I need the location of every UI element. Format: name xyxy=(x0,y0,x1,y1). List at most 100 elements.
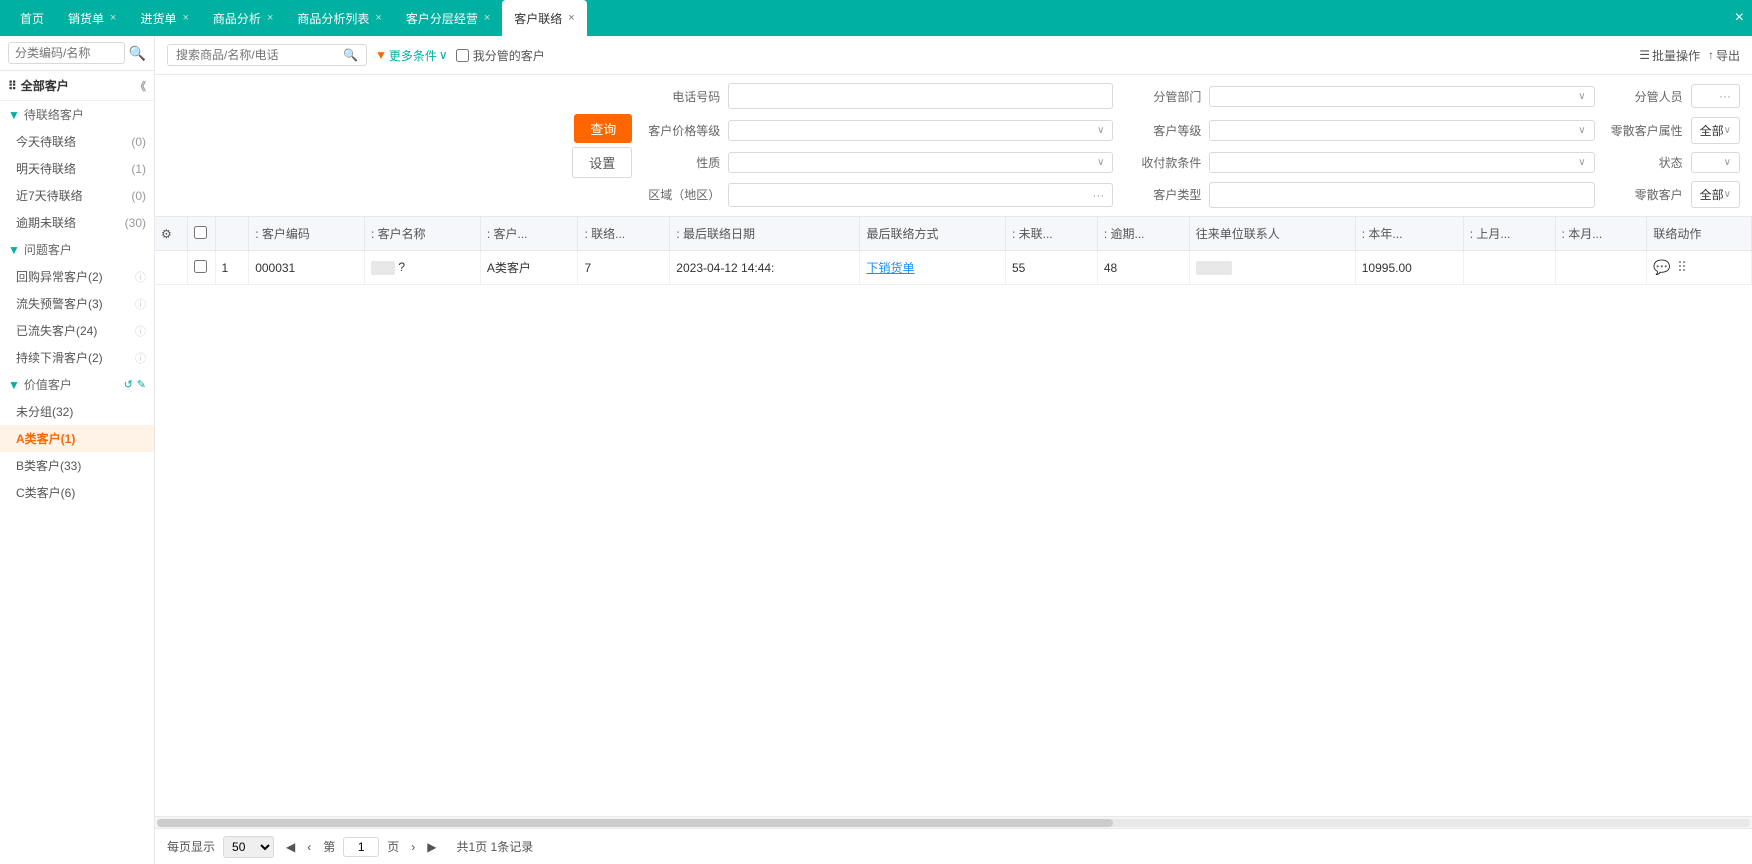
sidebar-item-tomorrow[interactable]: 明天待联络 (1) xyxy=(0,155,154,182)
main-search-icon[interactable]: 🔍 xyxy=(343,48,358,62)
sidebar-item-churned[interactable]: 已流失客户(24) ⓘ xyxy=(0,317,154,344)
nav-home[interactable]: 首页 xyxy=(8,0,56,36)
group-problem-customers[interactable]: ▼ 问题客户 xyxy=(0,236,154,263)
info-icon3: ⓘ xyxy=(135,323,146,339)
next-page-btn[interactable]: › xyxy=(407,838,419,856)
close-product-analysis-tab[interactable]: × xyxy=(267,12,273,24)
filter-person-input[interactable]: ··· xyxy=(1691,84,1740,108)
filter-customer-level-label: 客户等级 xyxy=(1129,122,1201,139)
th-this-month: : 本月... xyxy=(1555,217,1647,251)
filter-dept-label: 分管部门 xyxy=(1129,88,1201,105)
info-icon4: ⓘ xyxy=(135,350,146,366)
filter-status: 状态 ∨ xyxy=(1611,152,1740,173)
chat-icon[interactable]: 💬 xyxy=(1653,259,1670,276)
sidebar-item-unclassified[interactable]: 未分组(32) xyxy=(0,398,154,425)
filter-status-select[interactable]: ∨ xyxy=(1691,152,1740,173)
sidebar-item-b-class[interactable]: B类客户(33) xyxy=(0,452,154,479)
nav-product-analysis[interactable]: 商品分析 × xyxy=(201,0,285,36)
filter-retail-attr-select[interactable]: 全部∨ xyxy=(1691,117,1740,144)
filter-customer-level-select[interactable]: ∨ xyxy=(1209,120,1594,141)
batch-op-btn[interactable]: ☰ 批量操作 xyxy=(1639,47,1700,64)
query-button[interactable]: 查询 xyxy=(574,114,632,143)
filter-nature-select[interactable]: ∨ xyxy=(728,152,1113,173)
all-customers-header[interactable]: ⠿ 全部客户 《 xyxy=(0,71,154,101)
category-search-icon[interactable]: 🔍 xyxy=(129,45,146,62)
close-customer-contact-tab[interactable]: × xyxy=(568,12,574,24)
last-page-btn[interactable]: ▶ xyxy=(423,838,440,856)
nav-customer-segment[interactable]: 客户分层经营 × xyxy=(394,0,502,36)
filter-retail-select[interactable]: 全部∨ xyxy=(1691,181,1740,208)
sidebar-item-c-class[interactable]: C类客户(6) xyxy=(0,479,154,506)
filter-retail-attr-label: 零散客户属性 xyxy=(1611,122,1683,139)
advanced-filter: 电话号码 分管部门 ∨ 分管人员 ··· 查询 设置 xyxy=(155,75,1752,217)
unit-contact-avatar xyxy=(1196,261,1232,275)
group-arrow-icon: ▼ xyxy=(8,108,20,122)
nav-purchase[interactable]: 进货单 × xyxy=(128,0,200,36)
filter-payment-select[interactable]: ∨ xyxy=(1209,152,1594,173)
filter-phone-input[interactable] xyxy=(728,83,1113,109)
first-page-btn[interactable]: ◀ xyxy=(282,838,299,856)
select-all-checkbox[interactable] xyxy=(194,226,207,239)
settings-button[interactable]: 设置 xyxy=(572,147,632,178)
export-btn[interactable]: ↑ 导出 xyxy=(1708,47,1740,64)
scrollbar-thumb[interactable] xyxy=(157,819,1113,827)
last-method-link[interactable]: 下销货单 xyxy=(866,261,914,275)
th-contact: : 联络... xyxy=(578,217,670,251)
close-purchase-tab[interactable]: × xyxy=(182,12,188,24)
filter-region-input[interactable]: ··· xyxy=(728,183,1113,207)
sidebar-item-churn-warning[interactable]: 流失预警客户(3) ⓘ xyxy=(0,290,154,317)
collapse-icon[interactable]: 《 xyxy=(135,78,146,94)
category-search-input[interactable] xyxy=(8,42,125,64)
sidebar-item-7days[interactable]: 近7天待联络 (0) xyxy=(0,182,154,209)
filter-btn-group: 查询 设置 xyxy=(167,114,632,178)
close-customer-segment-tab[interactable]: × xyxy=(484,12,490,24)
td-gear xyxy=(155,251,187,285)
filter-retail-label: 零散客户 xyxy=(1611,186,1683,203)
sidebar-item-declining[interactable]: 持续下滑客户(2) ⓘ xyxy=(0,344,154,371)
nav-product-list[interactable]: 商品分析列表 × xyxy=(285,0,393,36)
main-layout: 🔍 ⠿ 全部客户 《 ▼ 待联络客户 今天待联络 (0) 明天待联络 (1) 近… xyxy=(0,36,1752,864)
horizontal-scrollbar[interactable] xyxy=(155,816,1752,828)
close-product-list-tab[interactable]: × xyxy=(375,12,381,24)
filter-customer-level: 客户等级 ∨ xyxy=(1129,120,1594,141)
sidebar-item-a-class[interactable]: A类客户(1) xyxy=(0,425,154,452)
th-level: : 客户... xyxy=(480,217,578,251)
close-window-icon[interactable]: × xyxy=(1735,9,1744,27)
td-checkbox xyxy=(187,251,215,285)
bottom-bar: 每页显示 50 100 200 ◀ ‹ 第 页 › ▶ 共1页 1条记录 xyxy=(155,828,1752,864)
filter-phone: 电话号码 xyxy=(648,83,1113,109)
nav-customer-contact[interactable]: 客户联络 × xyxy=(502,0,586,36)
filter-phone-label: 电话号码 xyxy=(648,88,720,105)
my-customers-checkbox[interactable] xyxy=(456,49,469,62)
filter-customer-type-input[interactable] xyxy=(1209,182,1594,208)
group-value-customers[interactable]: ▼ 价值客户 ↺ ✎ xyxy=(0,371,154,398)
filter-price-level-select[interactable]: ∨ xyxy=(728,120,1113,141)
filter-dept-select[interactable]: ∨ xyxy=(1209,86,1594,107)
sidebar-item-overdue[interactable]: 逾期未联络 (30) xyxy=(0,209,154,236)
main-search-input[interactable] xyxy=(176,48,343,62)
sidebar-item-today[interactable]: 今天待联络 (0) xyxy=(0,128,154,155)
filter-actions: ☰ 批量操作 ↑ 导出 xyxy=(1639,47,1740,64)
group-pending-contact[interactable]: ▼ 待联络客户 xyxy=(0,101,154,128)
page-suffix: 页 xyxy=(383,836,403,857)
filter-price-level: 客户价格等级 ∨ xyxy=(648,120,1113,141)
th-last-method: 最后联络方式 xyxy=(860,217,1006,251)
more-filter-btn[interactable]: ▼ 更多条件 ∨ xyxy=(375,47,448,64)
filter-payment-label: 收付款条件 xyxy=(1129,154,1201,171)
filter-nature: 性质 ∨ xyxy=(648,152,1113,173)
row-checkbox[interactable] xyxy=(194,260,207,273)
refresh-icon[interactable]: ↺ xyxy=(124,378,133,391)
close-sales-tab[interactable]: × xyxy=(110,12,116,24)
td-last-month xyxy=(1463,251,1555,285)
nav-sales[interactable]: 销货单 × xyxy=(56,0,128,36)
scrollbar-track xyxy=(157,819,1750,827)
page-number-input[interactable] xyxy=(343,837,379,857)
th-gear[interactable]: ⚙ xyxy=(155,217,187,251)
page-size-select[interactable]: 50 100 200 xyxy=(223,836,274,858)
prev-page-btn[interactable]: ‹ xyxy=(303,838,315,856)
sidebar-item-repurchase[interactable]: 回购异常客户(2) ⓘ xyxy=(0,263,154,290)
edit-icon[interactable]: ✎ xyxy=(137,378,146,391)
td-no-contact: 55 xyxy=(1005,251,1097,285)
qr-icon[interactable]: ⠿ xyxy=(1677,259,1687,276)
dots-icon: ⠿ xyxy=(8,79,17,93)
